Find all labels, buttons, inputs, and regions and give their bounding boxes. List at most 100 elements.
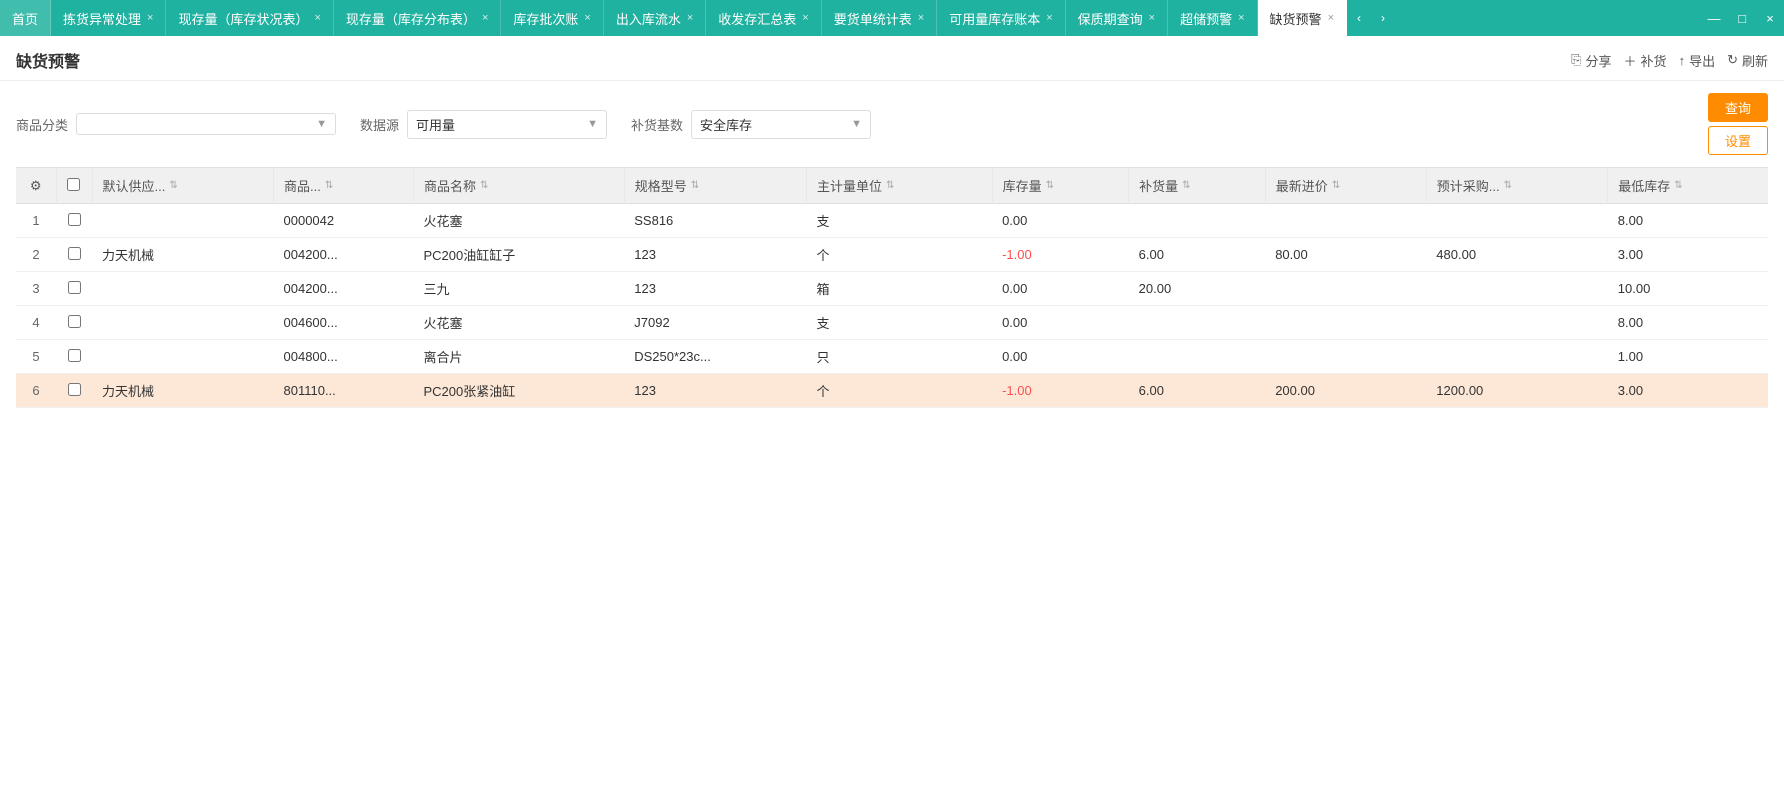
row-number: 4 [16, 306, 56, 340]
cell-name: 火花塞 [413, 306, 624, 340]
tab-summary[interactable]: 收发存汇总表 × [706, 0, 821, 36]
sort-spec-icon: ⇅ [691, 180, 699, 191]
tab-shortage[interactable]: 缺货预警 × [1258, 0, 1347, 36]
cell-replenish: 20.00 [1129, 272, 1266, 306]
tab-available-ledger[interactable]: 可用量库存账本 × [937, 0, 1065, 36]
table-row: 4 004600... 火花塞 J7092 支 0.00 8.00 [16, 306, 1768, 340]
export-icon: ↑ [1679, 53, 1686, 68]
row-checkbox-cell[interactable] [56, 374, 92, 408]
refresh-btn[interactable]: ↻ 刷新 [1727, 51, 1768, 70]
category-select[interactable]: ▼ [76, 113, 336, 135]
row-checkbox[interactable] [68, 383, 81, 396]
cell-unit: 只 [806, 340, 992, 374]
tab-demand[interactable]: 要货单统计表 × [822, 0, 937, 36]
cell-code: 004600... [274, 306, 414, 340]
cell-stock: -1.00 [992, 238, 1129, 272]
tab-close-stock-status[interactable]: × [314, 12, 320, 24]
row-checkbox-cell[interactable] [56, 272, 92, 306]
tab-stock-status[interactable]: 现存量（库存状况表） × [166, 0, 333, 36]
cell-replenish [1129, 204, 1266, 238]
tab-stock-dist[interactable]: 现存量（库存分布表） × [334, 0, 501, 36]
cell-name: 离合片 [413, 340, 624, 374]
th-spec[interactable]: 规格型号 ⇅ [624, 168, 806, 204]
tab-expiry[interactable]: 保质期查询 × [1066, 0, 1168, 36]
supplement-btn[interactable]: ＋ 补货 [1624, 51, 1667, 70]
row-checkbox-cell[interactable] [56, 340, 92, 374]
row-checkbox-cell[interactable] [56, 306, 92, 340]
th-min-stock[interactable]: 最低库存 ⇅ [1608, 168, 1768, 204]
cell-spec: 123 [624, 238, 806, 272]
tab-close-shortage[interactable]: × [1328, 12, 1334, 24]
row-checkbox[interactable] [68, 281, 81, 294]
tab-close-overstock[interactable]: × [1238, 12, 1244, 24]
category-chevron-icon: ▼ [316, 118, 327, 130]
cell-latest-price [1265, 204, 1426, 238]
tab-overstock[interactable]: 超储预警 × [1168, 0, 1257, 36]
tab-flow[interactable]: 出入库流水 × [604, 0, 706, 36]
tab-close-flow[interactable]: × [687, 12, 693, 24]
settings-button[interactable]: 设置 [1708, 126, 1768, 155]
cell-name: 火花塞 [413, 204, 624, 238]
row-checkbox-cell[interactable] [56, 204, 92, 238]
row-number: 6 [16, 374, 56, 408]
th-product-name[interactable]: 商品名称 ⇅ [413, 168, 624, 204]
export-btn[interactable]: ↑ 导出 [1679, 51, 1716, 70]
category-label: 商品分类 [16, 115, 68, 134]
tab-close-picking[interactable]: × [147, 12, 153, 24]
th-stock[interactable]: 库存量 ⇅ [992, 168, 1129, 204]
share-btn[interactable]: ⎘ 分享 [1571, 51, 1611, 70]
row-number: 3 [16, 272, 56, 306]
replenish-select[interactable]: 安全库存 ▼ [691, 110, 871, 139]
query-button[interactable]: 查询 [1708, 93, 1768, 122]
cell-name: PC200油缸缸子 [413, 238, 624, 272]
row-checkbox[interactable] [68, 315, 81, 328]
row-checkbox-cell[interactable] [56, 238, 92, 272]
tab-close-expiry[interactable]: × [1149, 12, 1155, 24]
th-replenish[interactable]: 补货量 ⇅ [1129, 168, 1266, 204]
row-checkbox[interactable] [68, 349, 81, 362]
win-close-btn[interactable]: × [1756, 0, 1784, 36]
row-checkbox[interactable] [68, 247, 81, 260]
cell-latest-price: 200.00 [1265, 374, 1426, 408]
tab-next-btn[interactable]: › [1371, 0, 1395, 36]
cell-unit: 支 [806, 306, 992, 340]
tab-close-summary[interactable]: × [802, 12, 808, 24]
th-unit[interactable]: 主计量单位 ⇅ [806, 168, 992, 204]
supplement-icon: ＋ [1624, 51, 1637, 70]
cell-latest-price [1265, 272, 1426, 306]
cell-replenish [1129, 340, 1266, 374]
cell-stock: 0.00 [992, 204, 1129, 238]
cell-spec: J7092 [624, 306, 806, 340]
tab-close-available-ledger[interactable]: × [1046, 12, 1052, 24]
page-title: 缺货预警 [16, 48, 80, 72]
cell-min-stock: 8.00 [1608, 204, 1768, 238]
row-number: 1 [16, 204, 56, 238]
select-all-checkbox[interactable] [67, 178, 80, 191]
datasource-select[interactable]: 可用量 ▼ [407, 110, 607, 139]
cell-estimated-purchase [1426, 272, 1608, 306]
cell-stock: 0.00 [992, 272, 1129, 306]
tab-picking-exception[interactable]: 拣货异常处理 × [51, 0, 166, 36]
win-minimize-btn[interactable]: — [1700, 0, 1728, 36]
replenish-label: 补货基数 [631, 115, 683, 134]
refresh-icon: ↻ [1727, 52, 1738, 68]
win-maximize-btn[interactable]: □ [1728, 0, 1756, 36]
tab-bar: 首页 拣货异常处理 × 现存量（库存状况表） × 现存量（库存分布表） × 库存… [0, 0, 1784, 36]
th-estimated-purchase[interactable]: 预计采购... ⇅ [1426, 168, 1608, 204]
tab-batch-account[interactable]: 库存批次账 × [501, 0, 603, 36]
th-gear[interactable]: ⚙ [16, 168, 56, 204]
tab-prev-btn[interactable]: ‹ [1347, 0, 1371, 36]
tab-close-demand[interactable]: × [918, 12, 924, 24]
cell-estimated-purchase [1426, 204, 1608, 238]
th-product-code[interactable]: 商品... ⇅ [274, 168, 414, 204]
cell-code: 004200... [274, 272, 414, 306]
row-checkbox[interactable] [68, 213, 81, 226]
tab-close-batch[interactable]: × [584, 12, 590, 24]
cell-stock: -1.00 [992, 374, 1129, 408]
th-default-supplier[interactable]: 默认供应... ⇅ [92, 168, 274, 204]
category-filter: 商品分类 ▼ [16, 113, 336, 135]
tab-close-stock-dist[interactable]: × [482, 12, 488, 24]
tab-home[interactable]: 首页 [0, 0, 51, 36]
cell-estimated-purchase [1426, 340, 1608, 374]
th-latest-price[interactable]: 最新进价 ⇅ [1265, 168, 1426, 204]
